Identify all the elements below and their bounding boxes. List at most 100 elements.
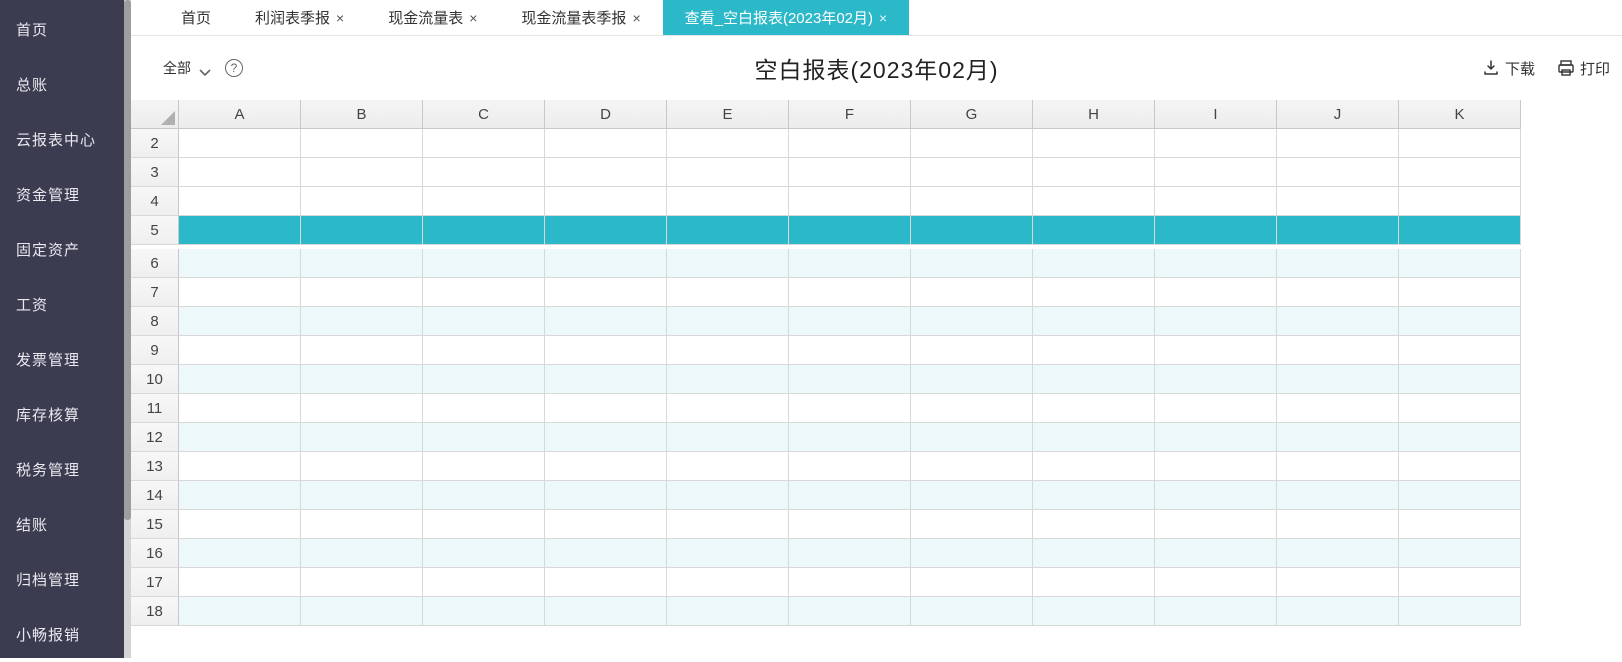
cell[interactable] <box>1277 597 1399 626</box>
cell[interactable] <box>545 336 667 365</box>
cell[interactable] <box>545 394 667 423</box>
cell[interactable] <box>1399 278 1521 307</box>
cell[interactable] <box>1033 510 1155 539</box>
cell[interactable] <box>179 278 301 307</box>
cell[interactable] <box>423 452 545 481</box>
cell[interactable] <box>423 423 545 452</box>
cell[interactable] <box>179 187 301 216</box>
column-header[interactable]: G <box>911 100 1033 129</box>
cell[interactable] <box>1155 597 1277 626</box>
cell[interactable] <box>179 216 301 245</box>
cell[interactable] <box>667 539 789 568</box>
cell[interactable] <box>667 129 789 158</box>
tab-profit-quarterly[interactable]: 利润表季报 × <box>233 0 366 35</box>
cell[interactable] <box>301 597 423 626</box>
cell[interactable] <box>1155 394 1277 423</box>
cell[interactable] <box>1399 597 1521 626</box>
cell[interactable] <box>545 158 667 187</box>
cell[interactable] <box>789 539 911 568</box>
cell[interactable] <box>667 394 789 423</box>
cell[interactable] <box>1155 568 1277 597</box>
row-header[interactable]: 14 <box>131 481 179 510</box>
cell[interactable] <box>301 481 423 510</box>
cell[interactable] <box>423 394 545 423</box>
sidebar-item-tax[interactable]: 税务管理 <box>0 442 131 497</box>
cell[interactable] <box>1399 481 1521 510</box>
cell[interactable] <box>667 510 789 539</box>
cell[interactable] <box>545 365 667 394</box>
row-header[interactable]: 4 <box>131 187 179 216</box>
cell[interactable] <box>301 568 423 597</box>
cell[interactable] <box>1033 216 1155 245</box>
cell[interactable] <box>667 249 789 278</box>
cell[interactable] <box>1033 278 1155 307</box>
cell[interactable] <box>545 510 667 539</box>
row-header[interactable]: 2 <box>131 129 179 158</box>
cell[interactable] <box>1033 481 1155 510</box>
cell[interactable] <box>545 216 667 245</box>
cell[interactable] <box>911 365 1033 394</box>
cell[interactable] <box>423 597 545 626</box>
cell[interactable] <box>179 394 301 423</box>
cell[interactable] <box>1033 158 1155 187</box>
cell[interactable] <box>423 249 545 278</box>
cell[interactable] <box>911 158 1033 187</box>
cell[interactable] <box>1277 394 1399 423</box>
cell[interactable] <box>179 307 301 336</box>
cell[interactable] <box>301 216 423 245</box>
cell[interactable] <box>1033 539 1155 568</box>
cell[interactable] <box>1155 481 1277 510</box>
cell[interactable] <box>301 539 423 568</box>
cell[interactable] <box>911 481 1033 510</box>
row-header[interactable]: 17 <box>131 568 179 597</box>
cell[interactable] <box>1399 216 1521 245</box>
cell[interactable] <box>1033 452 1155 481</box>
cell[interactable] <box>301 452 423 481</box>
row-header[interactable]: 7 <box>131 278 179 307</box>
close-icon[interactable]: × <box>469 10 477 26</box>
cell[interactable] <box>789 129 911 158</box>
cell[interactable] <box>667 158 789 187</box>
row-header[interactable]: 11 <box>131 394 179 423</box>
row-header[interactable]: 10 <box>131 365 179 394</box>
row-header[interactable]: 15 <box>131 510 179 539</box>
cell[interactable] <box>1033 307 1155 336</box>
cell[interactable] <box>1155 423 1277 452</box>
cell[interactable] <box>667 187 789 216</box>
cell[interactable] <box>911 568 1033 597</box>
sidebar-item-fixed-assets[interactable]: 固定资产 <box>0 222 131 277</box>
cell[interactable] <box>1155 278 1277 307</box>
cell[interactable] <box>1033 394 1155 423</box>
cell[interactable] <box>667 278 789 307</box>
cell[interactable] <box>545 568 667 597</box>
cell[interactable] <box>1399 249 1521 278</box>
cell[interactable] <box>423 216 545 245</box>
cell[interactable] <box>789 216 911 245</box>
sidebar-item-cloud-report[interactable]: 云报表中心 <box>0 112 131 167</box>
cell[interactable] <box>911 336 1033 365</box>
cell[interactable] <box>1277 278 1399 307</box>
cell[interactable] <box>1399 307 1521 336</box>
cell[interactable] <box>911 539 1033 568</box>
cell[interactable] <box>179 249 301 278</box>
cell[interactable] <box>423 539 545 568</box>
cell[interactable] <box>545 129 667 158</box>
cell[interactable] <box>1277 365 1399 394</box>
cell[interactable] <box>789 187 911 216</box>
cell[interactable] <box>423 307 545 336</box>
column-header[interactable]: D <box>545 100 667 129</box>
cell[interactable] <box>911 452 1033 481</box>
cell[interactable] <box>179 597 301 626</box>
cell[interactable] <box>1033 249 1155 278</box>
cell[interactable] <box>1277 307 1399 336</box>
cell[interactable] <box>667 568 789 597</box>
cell[interactable] <box>301 129 423 158</box>
cell[interactable] <box>667 216 789 245</box>
cell[interactable] <box>1155 336 1277 365</box>
cell[interactable] <box>1399 510 1521 539</box>
cell[interactable] <box>1399 158 1521 187</box>
cell[interactable] <box>1277 539 1399 568</box>
cell[interactable] <box>301 249 423 278</box>
cell[interactable] <box>423 187 545 216</box>
filter-dropdown[interactable]: 全部 ? <box>163 58 243 78</box>
